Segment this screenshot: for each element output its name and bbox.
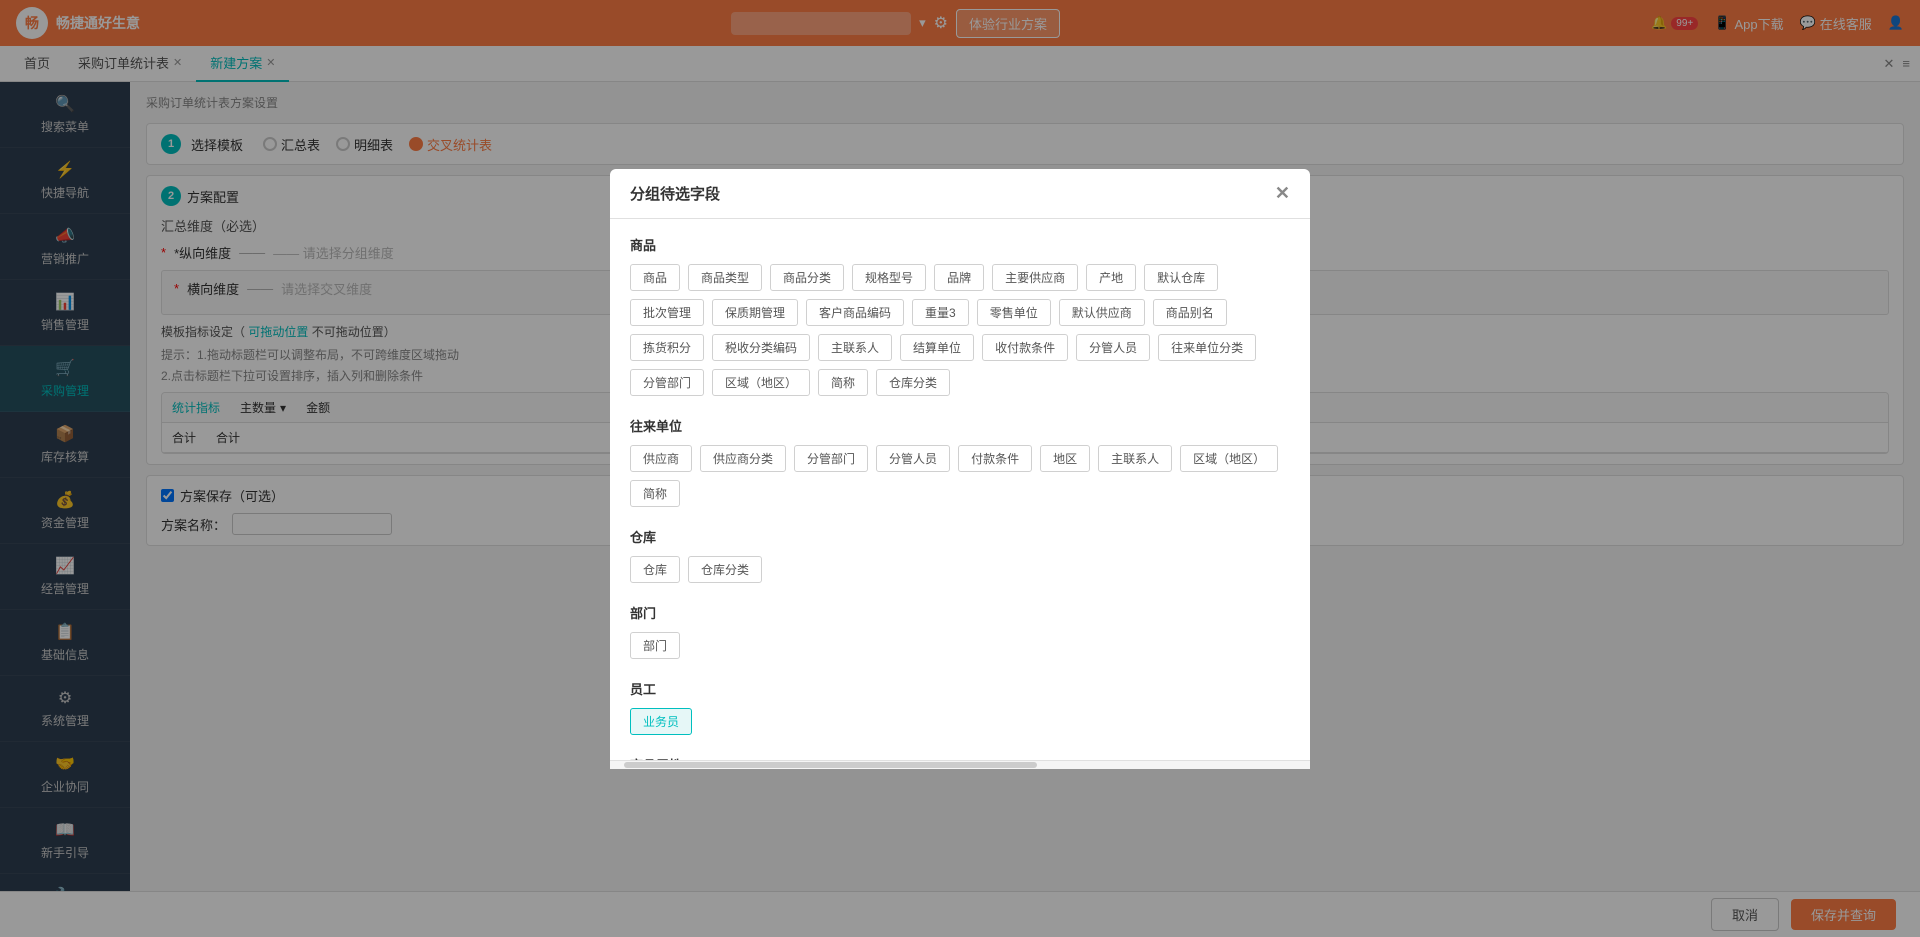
field-section-3: 部门部门 xyxy=(630,603,1290,659)
field-tags-2: 仓库仓库分类 xyxy=(630,556,1290,583)
field-tag-3-0[interactable]: 部门 xyxy=(630,632,680,659)
field-tag-2-0[interactable]: 仓库 xyxy=(630,556,680,583)
field-tag-1-5[interactable]: 地区 xyxy=(1040,445,1090,472)
field-tag-0-16[interactable]: 税收分类编码 xyxy=(712,334,810,361)
field-tag-1-1[interactable]: 供应商分类 xyxy=(700,445,786,472)
section-title-1: 往来单位 xyxy=(630,416,1290,435)
field-tag-1-7[interactable]: 区域（地区） xyxy=(1180,445,1278,472)
field-tag-0-21[interactable]: 往来单位分类 xyxy=(1158,334,1256,361)
field-tag-0-18[interactable]: 结算单位 xyxy=(900,334,974,361)
field-tag-0-23[interactable]: 区域（地区） xyxy=(712,369,810,396)
field-tag-0-17[interactable]: 主联系人 xyxy=(818,334,892,361)
field-tag-1-0[interactable]: 供应商 xyxy=(630,445,692,472)
modal-body: 商品商品商品类型商品分类规格型号品牌主要供应商产地默认仓库批次管理保质期管理客户… xyxy=(610,219,1310,760)
modal-dialog: 分组待选字段 ✕ 商品商品商品类型商品分类规格型号品牌主要供应商产地默认仓库批次… xyxy=(610,169,1310,769)
modal-overlay[interactable]: 分组待选字段 ✕ 商品商品商品类型商品分类规格型号品牌主要供应商产地默认仓库批次… xyxy=(0,0,1920,937)
field-tag-0-4[interactable]: 品牌 xyxy=(934,264,984,291)
field-section-0: 商品商品商品类型商品分类规格型号品牌主要供应商产地默认仓库批次管理保质期管理客户… xyxy=(630,235,1290,396)
field-tags-4: 业务员 xyxy=(630,708,1290,735)
field-tag-0-3[interactable]: 规格型号 xyxy=(852,264,926,291)
modal-title: 分组待选字段 xyxy=(630,183,720,204)
modal-hscroll-thumb xyxy=(624,762,1037,768)
field-tag-4-0[interactable]: 业务员 xyxy=(630,708,692,735)
field-tags-1: 供应商供应商分类分管部门分管人员付款条件地区主联系人区域（地区） 简称 xyxy=(630,445,1290,507)
field-tag-1-2[interactable]: 分管部门 xyxy=(794,445,868,472)
section-title-2: 仓库 xyxy=(630,527,1290,546)
field-tag-0-24[interactable]: 简称 xyxy=(818,369,868,396)
field-tag-0-1[interactable]: 商品类型 xyxy=(688,264,762,291)
section-title-0: 商品 xyxy=(630,235,1290,254)
section-title-4: 员工 xyxy=(630,679,1290,698)
field-tag-0-22[interactable]: 分管部门 xyxy=(630,369,704,396)
field-tag-0-20[interactable]: 分管人员 xyxy=(1076,334,1150,361)
field-tag-0-10[interactable]: 客户商品编码 xyxy=(806,299,904,326)
field-tag-0-9[interactable]: 保质期管理 xyxy=(712,299,798,326)
section-title-3: 部门 xyxy=(630,603,1290,622)
field-tag-0-6[interactable]: 产地 xyxy=(1086,264,1136,291)
field-section-1: 往来单位供应商供应商分类分管部门分管人员付款条件地区主联系人区域（地区） 简称 xyxy=(630,416,1290,507)
field-tag-1-4[interactable]: 付款条件 xyxy=(958,445,1032,472)
field-section-2: 仓库仓库仓库分类 xyxy=(630,527,1290,583)
modal-close-button[interactable]: ✕ xyxy=(1275,183,1290,204)
modal-horizontal-scrollbar[interactable] xyxy=(610,760,1310,769)
field-tag-0-8[interactable]: 批次管理 xyxy=(630,299,704,326)
field-tag-1-8[interactable]: 简称 xyxy=(630,480,680,507)
field-tag-1-3[interactable]: 分管人员 xyxy=(876,445,950,472)
field-tag-0-5[interactable]: 主要供应商 xyxy=(992,264,1078,291)
field-tags-0: 商品商品类型商品分类规格型号品牌主要供应商产地默认仓库批次管理保质期管理客户商品… xyxy=(630,264,1290,396)
field-tag-0-13[interactable]: 默认供应商 xyxy=(1059,299,1145,326)
field-tag-0-0[interactable]: 商品 xyxy=(630,264,680,291)
field-tag-0-12[interactable]: 零售单位 xyxy=(977,299,1051,326)
field-tag-0-19[interactable]: 收付款条件 xyxy=(982,334,1068,361)
field-tag-0-15[interactable]: 拣货积分 xyxy=(630,334,704,361)
field-tag-0-2[interactable]: 商品分类 xyxy=(770,264,844,291)
field-section-4: 员工业务员 xyxy=(630,679,1290,735)
field-tag-0-14[interactable]: 商品别名 xyxy=(1153,299,1227,326)
modal-header: 分组待选字段 ✕ xyxy=(610,169,1310,219)
field-tag-2-1[interactable]: 仓库分类 xyxy=(688,556,762,583)
field-tag-0-11[interactable]: 重量3 xyxy=(912,299,969,326)
field-tag-1-6[interactable]: 主联系人 xyxy=(1098,445,1172,472)
field-tag-0-25[interactable]: 仓库分类 xyxy=(876,369,950,396)
field-tag-0-7[interactable]: 默认仓库 xyxy=(1144,264,1218,291)
field-tags-3: 部门 xyxy=(630,632,1290,659)
